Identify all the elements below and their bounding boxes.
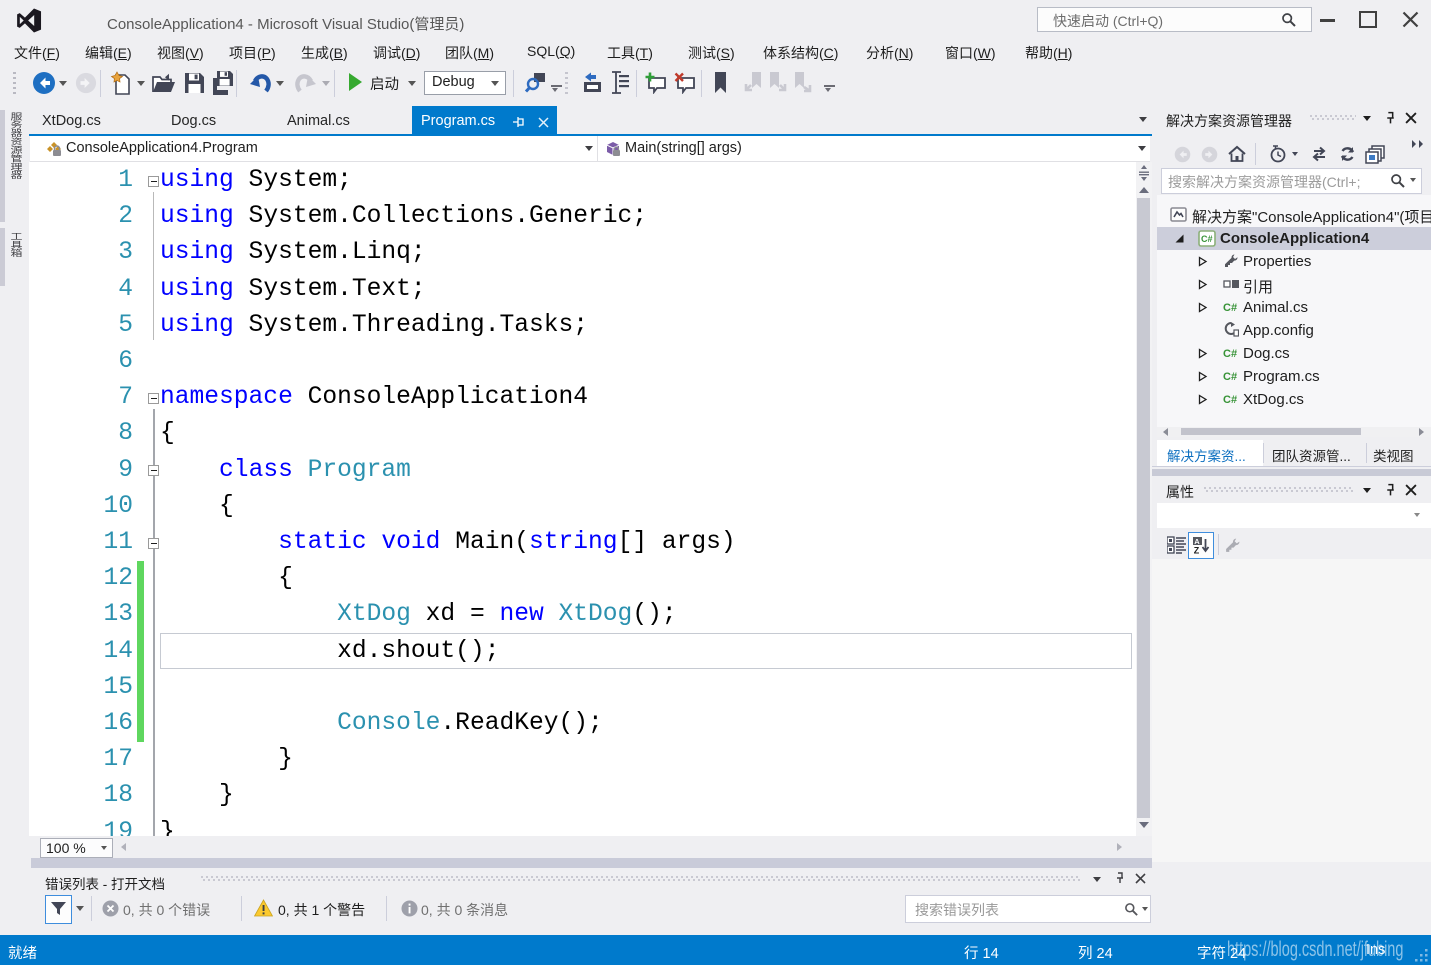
svg-text:C#: C#: [1201, 234, 1213, 244]
svg-text:C#: C#: [1223, 348, 1237, 360]
svg-text:C#: C#: [1223, 302, 1237, 314]
svg-text:C#: C#: [1223, 371, 1237, 383]
svg-text:Z: Z: [1194, 546, 1200, 556]
svg-text:C#: C#: [1223, 394, 1237, 406]
